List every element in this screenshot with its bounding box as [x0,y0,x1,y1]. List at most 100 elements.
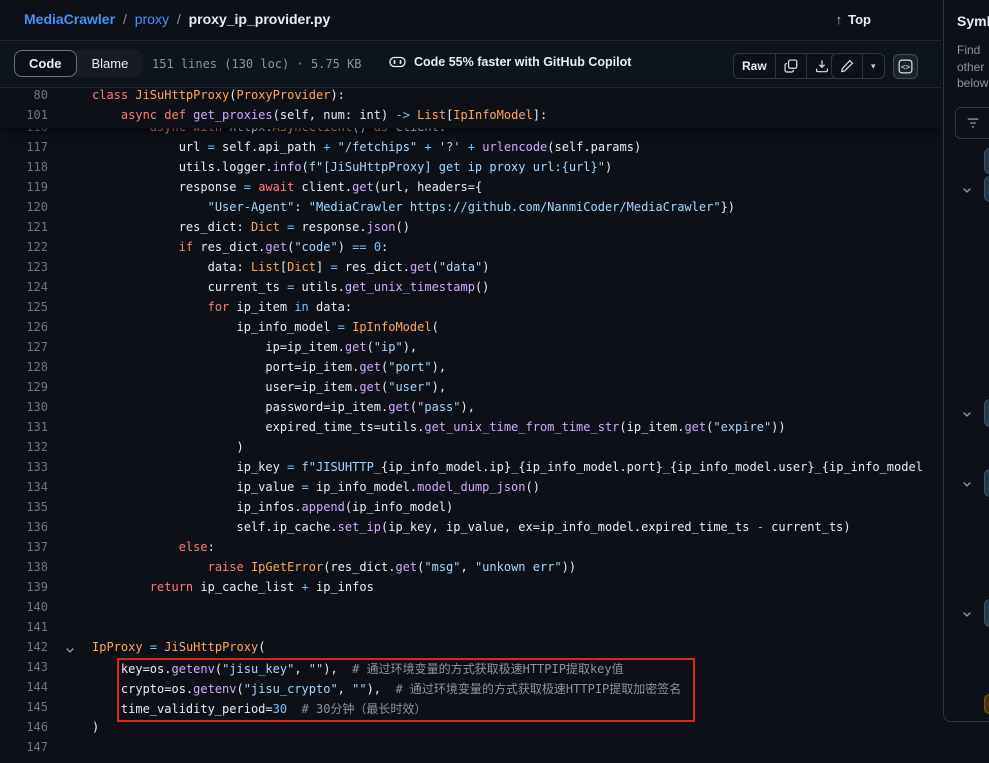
code-line-146: 146) [0,720,941,740]
symbol-chip[interactable] [984,694,989,714]
code-text: ip_info_model = IpInfoModel( [92,320,439,340]
line-number[interactable]: 120 [0,200,48,220]
fold-spacer [48,340,92,360]
code-text: url = self.api_path + "/fetchips" + '?' … [92,140,641,160]
symbols-filter-input[interactable] [955,107,989,139]
line-number[interactable]: 121 [0,220,48,240]
chevron-down-icon[interactable] [961,183,973,195]
symbols-panel-toggle-button[interactable]: <> [893,54,918,79]
symbol-chip[interactable] [984,176,989,202]
sticky-scope-lines: 80class JiSuHttpProxy(ProxyProvider):101… [0,88,941,128]
line-number[interactable]: 117 [0,140,48,160]
code-lines: 116 async with httpx.AsyncClient() as cl… [0,120,941,760]
line-number[interactable]: 119 [0,180,48,200]
fold-spacer [48,160,92,180]
code-text: time_validity_period=30 # 30分钟（最长时效） [92,700,426,720]
code-text: async def get_proxies(self, num: int) ->… [92,108,547,128]
line-number[interactable]: 133 [0,460,48,480]
line-number[interactable]: 136 [0,520,48,540]
code-line-134: 134 ip_value = ip_info_model.model_dump_… [0,480,941,500]
copilot-banner[interactable]: Code 55% faster with GitHub Copilot [389,54,631,69]
copilot-banner-text: Code 55% faster with GitHub Copilot [414,55,631,69]
code-text: data: List[Dict] = res_dict.get("data") [92,260,489,280]
line-number[interactable]: 123 [0,260,48,280]
code-line-123: 123 data: List[Dict] = res_dict.get("dat… [0,260,941,280]
fold-spacer [48,88,92,108]
line-number[interactable]: 128 [0,360,48,380]
fold-spacer [48,520,92,540]
line-number[interactable]: 130 [0,400,48,420]
symbol-chip[interactable] [984,599,989,627]
line-number[interactable]: 135 [0,500,48,520]
fold-spacer [48,400,92,420]
code-line-143: 143 key=os.getenv("jisu_key", ""), # 通过环… [0,660,941,680]
line-number[interactable]: 127 [0,340,48,360]
back-to-top-button[interactable]: ↑ Top [836,12,871,27]
code-text: else: [92,540,215,560]
edit-file-group: ▾ [831,53,885,79]
line-number[interactable]: 126 [0,320,48,340]
edit-file-button[interactable] [832,54,862,78]
fold-chevron-icon[interactable] [48,640,92,660]
line-number[interactable]: 141 [0,620,48,640]
symbols-panel-title: Symbols [957,13,989,29]
code-line-135: 135 ip_infos.append(ip_info_model) [0,500,941,520]
raw-button[interactable]: Raw [734,54,775,78]
line-number[interactable]: 147 [0,740,48,760]
fold-spacer [48,600,92,620]
svg-text:<>: <> [901,62,911,71]
breadcrumb-repo-link[interactable]: MediaCrawler [24,11,115,27]
code-text: user=ip_item.get("user"), [92,380,446,400]
code-text: ip=ip_item.get("ip"), [92,340,417,360]
download-icon [815,59,829,73]
fold-spacer [48,108,92,128]
code-text: key=os.getenv("jisu_key", ""), # 通过环境变量的… [92,660,624,680]
code-text: IpProxy = JiSuHttpProxy( [92,640,265,660]
line-number[interactable]: 134 [0,480,48,500]
line-number[interactable]: 145 [0,700,48,720]
back-to-top-label: Top [848,12,871,27]
line-number[interactable]: 139 [0,580,48,600]
file-meta-info: 151 lines (130 loc) · 5.75 KB [152,57,362,71]
line-number[interactable]: 142 [0,640,48,660]
breadcrumb-folder-link[interactable]: proxy [135,11,169,27]
line-number[interactable]: 118 [0,160,48,180]
tab-code[interactable]: Code [14,50,77,77]
symbol-chip[interactable] [984,399,989,427]
code-line-147: 147 [0,740,941,760]
line-number[interactable]: 124 [0,280,48,300]
code-line-141: 141 [0,620,941,640]
line-number[interactable]: 125 [0,300,48,320]
code-line-118: 118 utils.logger.info(f"[JiSuHttpProxy] … [0,160,941,180]
line-number[interactable]: 143 [0,660,48,680]
line-number[interactable]: 122 [0,240,48,260]
code-line-130: 130 password=ip_item.get("pass"), [0,400,941,420]
chevron-down-icon[interactable] [961,477,973,489]
tab-blame[interactable]: Blame [77,50,144,77]
copy-raw-button[interactable] [775,54,806,78]
edit-options-dropdown[interactable]: ▾ [862,54,884,78]
chevron-down-icon[interactable] [961,607,973,619]
line-number[interactable]: 138 [0,560,48,580]
line-number[interactable]: 146 [0,720,48,740]
code-text: port=ip_item.get("port"), [92,360,446,380]
line-number[interactable]: 140 [0,600,48,620]
line-number[interactable]: 101 [0,108,48,128]
line-number[interactable]: 131 [0,420,48,440]
chevron-down-icon[interactable] [961,407,973,419]
code-line-129: 129 user=ip_item.get("user"), [0,380,941,400]
line-number[interactable]: 129 [0,380,48,400]
line-number[interactable]: 132 [0,440,48,460]
code-text: "User-Agent": "MediaCrawler https://gith… [92,200,735,220]
code-text: res_dict: Dict = response.json() [92,220,410,240]
file-toolbar: Code Blame 151 lines (130 loc) · 5.75 KB… [0,41,941,88]
line-number[interactable]: 144 [0,680,48,700]
line-number[interactable]: 137 [0,540,48,560]
fold-spacer [48,680,92,700]
symbols-panel-description: Findotherbelow [957,42,988,92]
symbol-chip[interactable] [984,148,989,174]
code-line-126: 126 ip_info_model = IpInfoModel( [0,320,941,340]
symbol-chip[interactable] [984,469,989,497]
fold-spacer [48,620,92,640]
line-number[interactable]: 80 [0,88,48,108]
